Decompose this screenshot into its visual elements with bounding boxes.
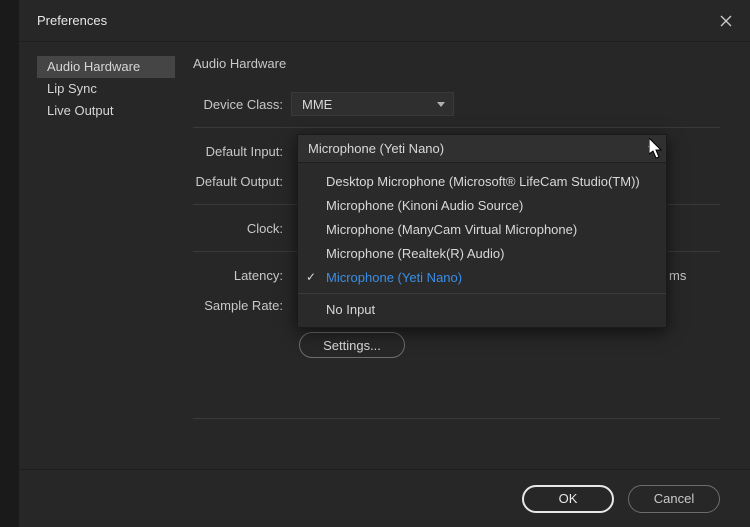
device-class-row: Device Class: MME <box>193 89 720 119</box>
settings-button-label: Settings... <box>323 338 381 353</box>
dropdown-option[interactable]: ✓ Microphone (Kinoni Audio Source) <box>298 193 666 217</box>
sample-rate-label: Sample Rate: <box>193 298 291 313</box>
chevron-down-icon <box>437 102 445 107</box>
pane-title: Audio Hardware <box>193 56 720 71</box>
latency-label: Latency: <box>193 268 291 283</box>
default-input-value: Microphone (Yeti Nano) <box>308 141 444 156</box>
dialog-body: Audio Hardware Lip Sync Live Output Audi… <box>19 42 750 467</box>
ok-button[interactable]: OK <box>522 485 614 513</box>
dialog-title: Preferences <box>37 13 107 28</box>
sidebar-item-label: Live Output <box>47 103 114 118</box>
dropdown-option-label: Microphone (Kinoni Audio Source) <box>326 198 523 213</box>
dropdown-option-label: Microphone (Yeti Nano) <box>326 270 462 285</box>
separator <box>193 418 720 419</box>
preferences-dialog: Preferences Audio Hardware Lip Sync Live… <box>19 0 750 527</box>
titlebar: Preferences <box>19 0 750 42</box>
dropdown-option-selected[interactable]: ✓ Microphone (Yeti Nano) <box>298 265 666 289</box>
cancel-button-label: Cancel <box>654 491 694 506</box>
ok-button-label: OK <box>559 491 578 506</box>
dropdown-option-label: No Input <box>326 302 375 317</box>
close-icon[interactable] <box>714 9 738 33</box>
latency-unit: ms <box>669 268 686 283</box>
category-sidebar: Audio Hardware Lip Sync Live Output <box>19 42 175 467</box>
chevron-down-icon <box>648 146 656 151</box>
clock-label: Clock: <box>193 221 291 236</box>
dialog-footer: OK Cancel <box>19 469 750 527</box>
default-input-select[interactable]: Microphone (Yeti Nano) <box>298 135 666 163</box>
main-panel: Audio Hardware Device Class: MME Default… <box>175 42 750 467</box>
sidebar-item-label: Lip Sync <box>47 81 97 96</box>
dropdown-option[interactable]: ✓ Microphone (Realtek(R) Audio) <box>298 241 666 265</box>
dropdown-option-label: Microphone (Realtek(R) Audio) <box>326 246 504 261</box>
device-class-label: Device Class: <box>193 97 291 112</box>
dropdown-option-label: Desktop Microphone (Microsoft® LifeCam S… <box>326 174 640 189</box>
default-output-label: Default Output: <box>193 174 291 189</box>
sidebar-item-audio-hardware[interactable]: Audio Hardware <box>37 56 175 78</box>
dropdown-option-label: Microphone (ManyCam Virtual Microphone) <box>326 222 577 237</box>
dropdown-option[interactable]: ✓ No Input <box>298 293 666 321</box>
device-class-select[interactable]: MME <box>291 92 454 116</box>
default-input-dropdown: Microphone (Yeti Nano) ✓ Desktop Microph… <box>297 134 667 328</box>
cancel-button[interactable]: Cancel <box>628 485 720 513</box>
device-class-value: MME <box>302 97 332 112</box>
default-input-label: Default Input: <box>193 144 291 159</box>
sidebar-item-live-output[interactable]: Live Output <box>37 100 175 122</box>
sidebar-item-label: Audio Hardware <box>47 59 140 74</box>
dropdown-list: ✓ Desktop Microphone (Microsoft® LifeCam… <box>298 163 666 327</box>
check-icon: ✓ <box>306 270 316 284</box>
settings-button[interactable]: Settings... <box>299 332 405 358</box>
separator <box>193 127 720 128</box>
sidebar-item-lip-sync[interactable]: Lip Sync <box>37 78 175 100</box>
dropdown-option[interactable]: ✓ Microphone (ManyCam Virtual Microphone… <box>298 217 666 241</box>
dropdown-option[interactable]: ✓ Desktop Microphone (Microsoft® LifeCam… <box>298 169 666 193</box>
